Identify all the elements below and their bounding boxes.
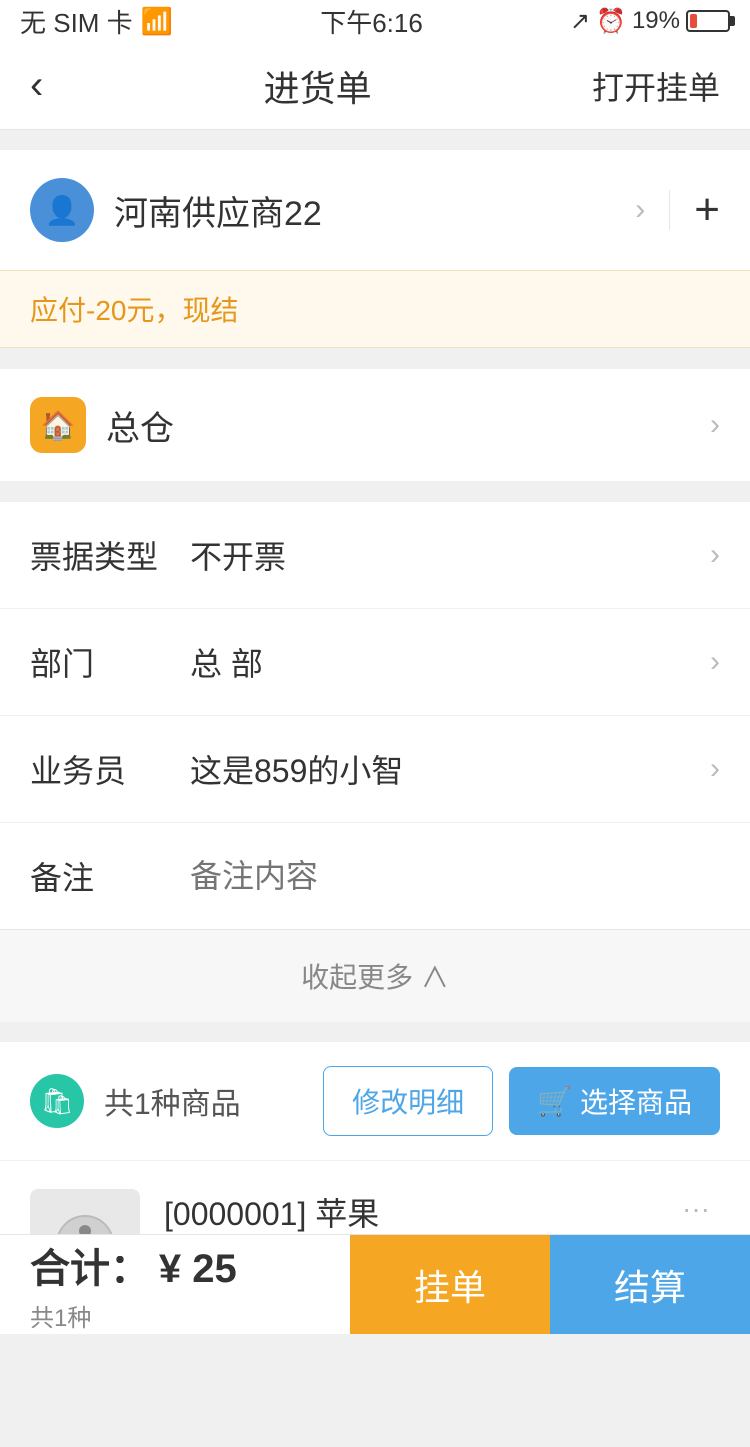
notice-text: 应付-20元，现结 [30, 295, 238, 326]
warehouse-name: 总仓 [106, 401, 710, 450]
product-title: 苹果 [315, 1196, 379, 1232]
supplier-name: 河南供应商22 [114, 186, 635, 235]
alarm-icon: ⏰ [596, 7, 626, 36]
status-time: 下午6:16 [320, 3, 423, 40]
total-label: 合计： [30, 1247, 150, 1291]
bottom-total-sub: 共1种 [30, 1298, 320, 1333]
hang-button[interactable]: 挂单 [350, 1235, 550, 1334]
edit-detail-button[interactable]: 修改明细 [323, 1066, 493, 1136]
ticket-chevron-icon: › [710, 538, 720, 572]
divider-1 [0, 348, 750, 368]
supplier-icon: 👤 [45, 194, 80, 227]
form-row-notes[interactable]: 备注 [0, 822, 750, 929]
product-more-button[interactable]: ··· [672, 1189, 720, 1229]
department-chevron-icon: › [710, 645, 720, 679]
select-product-button[interactable]: 🛒 选择商品 [509, 1067, 720, 1135]
notes-input[interactable] [190, 858, 720, 895]
supplier-avatar: 👤 [30, 178, 94, 242]
checkout-button[interactable]: 结算 [550, 1235, 750, 1334]
add-supplier-button[interactable]: + [694, 188, 720, 232]
product-header: 🛍 共1种商品 修改明细 🛒 选择商品 [0, 1042, 750, 1161]
form-section: 票据类型 不开票 › 部门 总 部 › 业务员 这是859的小智 › 备注 [0, 501, 750, 929]
form-value-salesman: 这是859的小智 [170, 746, 710, 792]
collapse-button[interactable]: 收起更多 ∧ [0, 929, 750, 1022]
form-value-notes[interactable] [170, 858, 720, 895]
form-label-ticket: 票据类型 [30, 532, 170, 578]
bottom-total-main: 合计： ¥ 25 [30, 1236, 320, 1294]
battery-percent: 19% [632, 7, 680, 35]
product-code: [0000001] [164, 1196, 306, 1232]
cart-icon: 🛍 [40, 1086, 73, 1117]
battery-fill [690, 14, 697, 28]
select-label: 选择商品 [580, 1081, 692, 1121]
supplier-row[interactable]: 👤 河南供应商22 › + [0, 150, 750, 270]
bottom-total: 合计： ¥ 25 共1种 [0, 1235, 350, 1334]
form-row-salesman[interactable]: 业务员 这是859的小智 › [0, 715, 750, 822]
warehouse-icon: 🏠 [30, 397, 86, 453]
back-button[interactable]: ‹ [30, 63, 43, 108]
collapse-label: 收起更多 ∧ [301, 962, 449, 993]
form-label-salesman: 业务员 [30, 746, 170, 792]
carrier-text: 无 SIM 卡 [20, 3, 133, 40]
total-amount: ¥ 25 [159, 1247, 237, 1291]
status-right: ↗ ⏰ 19% [570, 7, 730, 36]
product-name: [0000001] 苹果 [164, 1189, 672, 1235]
vertical-divider [669, 190, 670, 230]
form-row-department[interactable]: 部门 总 部 › [0, 608, 750, 715]
warehouse-chevron-icon: › [710, 408, 720, 442]
product-count-icon: 🛍 [30, 1074, 84, 1128]
page-title: 进货单 [264, 60, 372, 112]
supplier-section: 👤 河南供应商22 › + 应付-20元，现结 [0, 150, 750, 348]
warehouse-section: 🏠 总仓 › [0, 368, 750, 481]
form-row-ticket[interactable]: 票据类型 不开票 › [0, 501, 750, 608]
form-value-ticket: 不开票 [170, 532, 710, 578]
location-icon: ↗ [570, 7, 590, 36]
status-bar: 无 SIM 卡 📶 下午6:16 ↗ ⏰ 19% [0, 0, 750, 42]
battery-icon [686, 10, 730, 32]
nav-bar: ‹ 进货单 打开挂单 [0, 42, 750, 130]
bottom-spacer [0, 1327, 750, 1447]
form-label-department: 部门 [30, 639, 170, 685]
supplier-chevron-icon: › [635, 193, 645, 227]
warehouse-row[interactable]: 🏠 总仓 › [0, 368, 750, 481]
form-value-department: 总 部 [170, 639, 710, 685]
divider-2 [0, 481, 750, 501]
warehouse-house-icon: 🏠 [41, 409, 76, 442]
salesman-chevron-icon: › [710, 752, 720, 786]
form-label-notes: 备注 [30, 853, 170, 899]
product-count-text: 共1种商品 [104, 1079, 323, 1123]
status-left: 无 SIM 卡 📶 [20, 3, 173, 40]
bottom-bar: 合计： ¥ 25 共1种 挂单 结算 [0, 1234, 750, 1334]
select-icon: 🛒 [537, 1085, 572, 1118]
notice-banner: 应付-20元，现结 [0, 270, 750, 348]
open-hang-button[interactable]: 打开挂单 [592, 63, 720, 109]
wifi-icon: 📶 [141, 6, 173, 37]
top-divider [0, 130, 750, 150]
